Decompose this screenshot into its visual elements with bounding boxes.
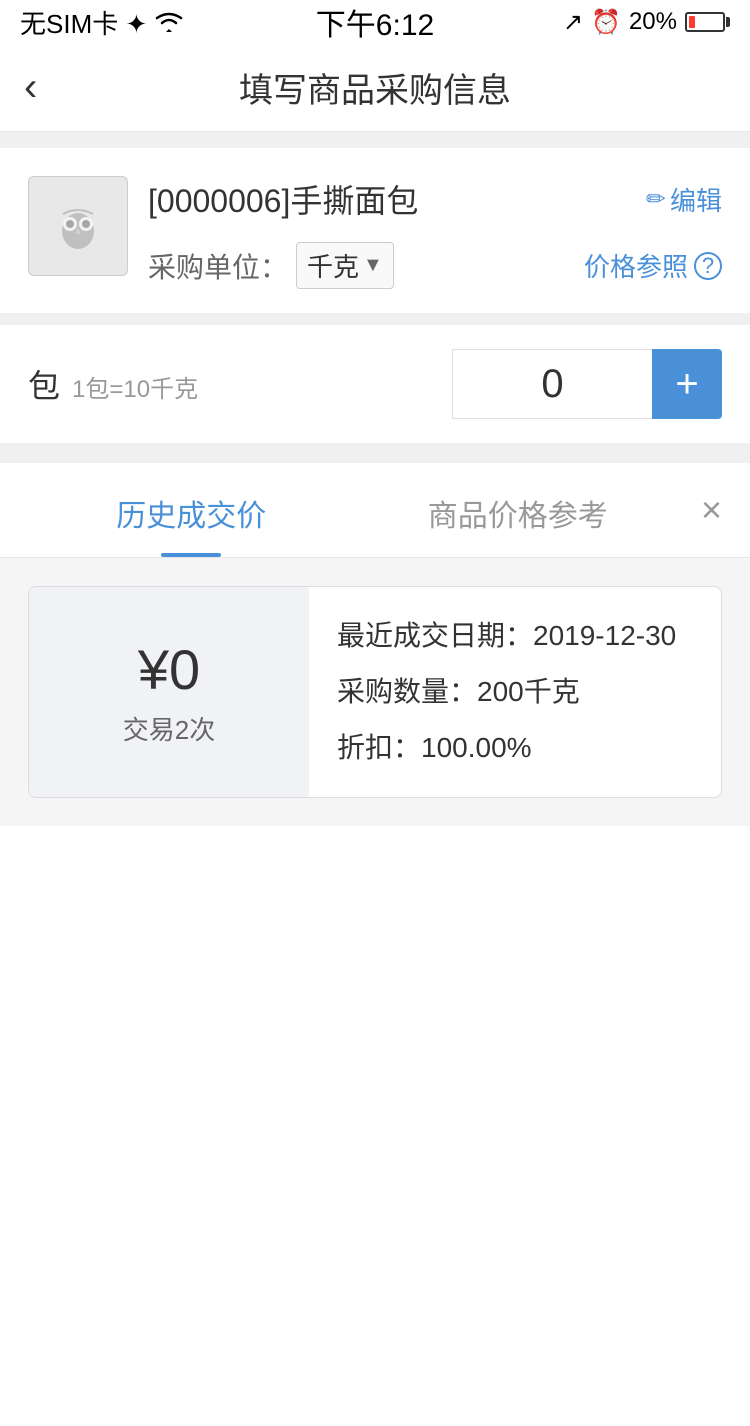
status-bar: 无SIM卡 ✦ 下午6:12 ↗ ⏰ 20% xyxy=(0,0,750,44)
product-image xyxy=(28,176,128,276)
currency-symbol: ¥ xyxy=(138,638,169,701)
price-card: ¥0 交易2次 最近成交日期：2019-12-30 采购数量：200千克 折扣：… xyxy=(28,586,722,798)
price-value: 0 xyxy=(169,638,200,701)
product-info: [0000006]手撕面包 ✏ 编辑 采购单位： 千克 ▼ 价格参照 ? xyxy=(148,176,722,289)
status-left: 无SIM卡 ✦ xyxy=(20,4,183,41)
price-ref-label: 价格参照 xyxy=(584,247,688,284)
price-reference-button[interactable]: 价格参照 ? xyxy=(584,247,722,284)
help-icon: ? xyxy=(694,252,722,280)
tab-underline xyxy=(161,553,221,557)
status-right: ↗ ⏰ 20% xyxy=(563,8,730,37)
main-background xyxy=(0,826,750,1426)
history-price-content: ¥0 交易2次 最近成交日期：2019-12-30 采购数量：200千克 折扣：… xyxy=(0,558,750,826)
detail-date-value: 2019-12-30 xyxy=(533,620,676,651)
quantity-increment-button[interactable]: + xyxy=(652,349,722,419)
quantity-value: 0 xyxy=(541,362,563,407)
tab-history-price-label: 历史成交价 xyxy=(116,500,266,533)
detail-discount-label: 折扣： xyxy=(337,732,421,763)
battery-icon xyxy=(685,12,730,32)
product-name: [0000006]手撕面包 xyxy=(148,176,418,222)
quantity-input[interactable]: 0 xyxy=(452,349,652,419)
carrier-label: 无SIM卡 ✦ xyxy=(20,4,147,41)
detail-qty-value: 200千克 xyxy=(477,676,580,707)
unit-select[interactable]: 千克 ▼ xyxy=(296,242,394,289)
tab-close-button[interactable]: × xyxy=(681,469,722,551)
detail-discount-value: 100.00% xyxy=(421,732,532,763)
wifi-icon xyxy=(155,11,183,33)
quantity-input-group: 0 + xyxy=(452,349,722,419)
detail-discount-row: 折扣：100.00% xyxy=(337,727,693,769)
tab-product-price-ref[interactable]: 商品价格参考 xyxy=(354,463,680,557)
section-gap xyxy=(0,443,750,453)
unit-label: 采购单位： xyxy=(148,246,288,286)
dropdown-arrow-icon: ▼ xyxy=(363,254,383,277)
product-unit-row: 采购单位： 千克 ▼ 价格参照 ? xyxy=(148,242,722,289)
unit-value: 千克 xyxy=(307,247,359,284)
tab-product-price-ref-label: 商品价格参考 xyxy=(428,500,608,533)
price-amount: ¥0 xyxy=(138,637,200,702)
nav-bar: ‹ 填写商品采购信息 xyxy=(0,44,750,132)
section-divider xyxy=(0,313,750,325)
status-time: 下午6:12 xyxy=(316,0,434,44)
tab-history-price[interactable]: 历史成交价 xyxy=(28,463,354,557)
edit-icon: ✏ xyxy=(646,185,666,214)
trade-count: 交易2次 xyxy=(123,710,215,747)
detail-date-row: 最近成交日期：2019-12-30 xyxy=(337,615,693,657)
price-left-panel: ¥0 交易2次 xyxy=(29,587,309,797)
product-section: [0000006]手撕面包 ✏ 编辑 采购单位： 千克 ▼ 价格参照 ? xyxy=(0,148,750,313)
tabs-header: 历史成交价 商品价格参考 × xyxy=(0,463,750,557)
quantity-label-group: 包 1包=10千克 xyxy=(28,361,198,407)
edit-button[interactable]: ✏ 编辑 xyxy=(646,181,722,218)
quantity-unit: 包 xyxy=(28,361,60,407)
location-icon: ↗ xyxy=(563,8,583,37)
page-title: 填写商品采购信息 xyxy=(239,63,511,112)
product-header: [0000006]手撕面包 ✏ 编辑 xyxy=(148,176,722,222)
price-right-panel: 最近成交日期：2019-12-30 采购数量：200千克 折扣：100.00% xyxy=(309,587,721,797)
quantity-conversion: 1包=10千克 xyxy=(72,369,198,404)
tabs-section: 历史成交价 商品价格参考 × xyxy=(0,463,750,558)
back-button[interactable]: ‹ xyxy=(24,65,37,110)
detail-date-label: 最近成交日期： xyxy=(337,620,533,651)
alarm-icon: ⏰ xyxy=(591,8,621,37)
battery-percent: 20% xyxy=(629,8,677,36)
quantity-section: 包 1包=10千克 0 + xyxy=(0,325,750,443)
product-logo-icon xyxy=(48,196,108,256)
detail-qty-row: 采购数量：200千克 xyxy=(337,671,693,713)
detail-qty-label: 采购数量： xyxy=(337,676,477,707)
